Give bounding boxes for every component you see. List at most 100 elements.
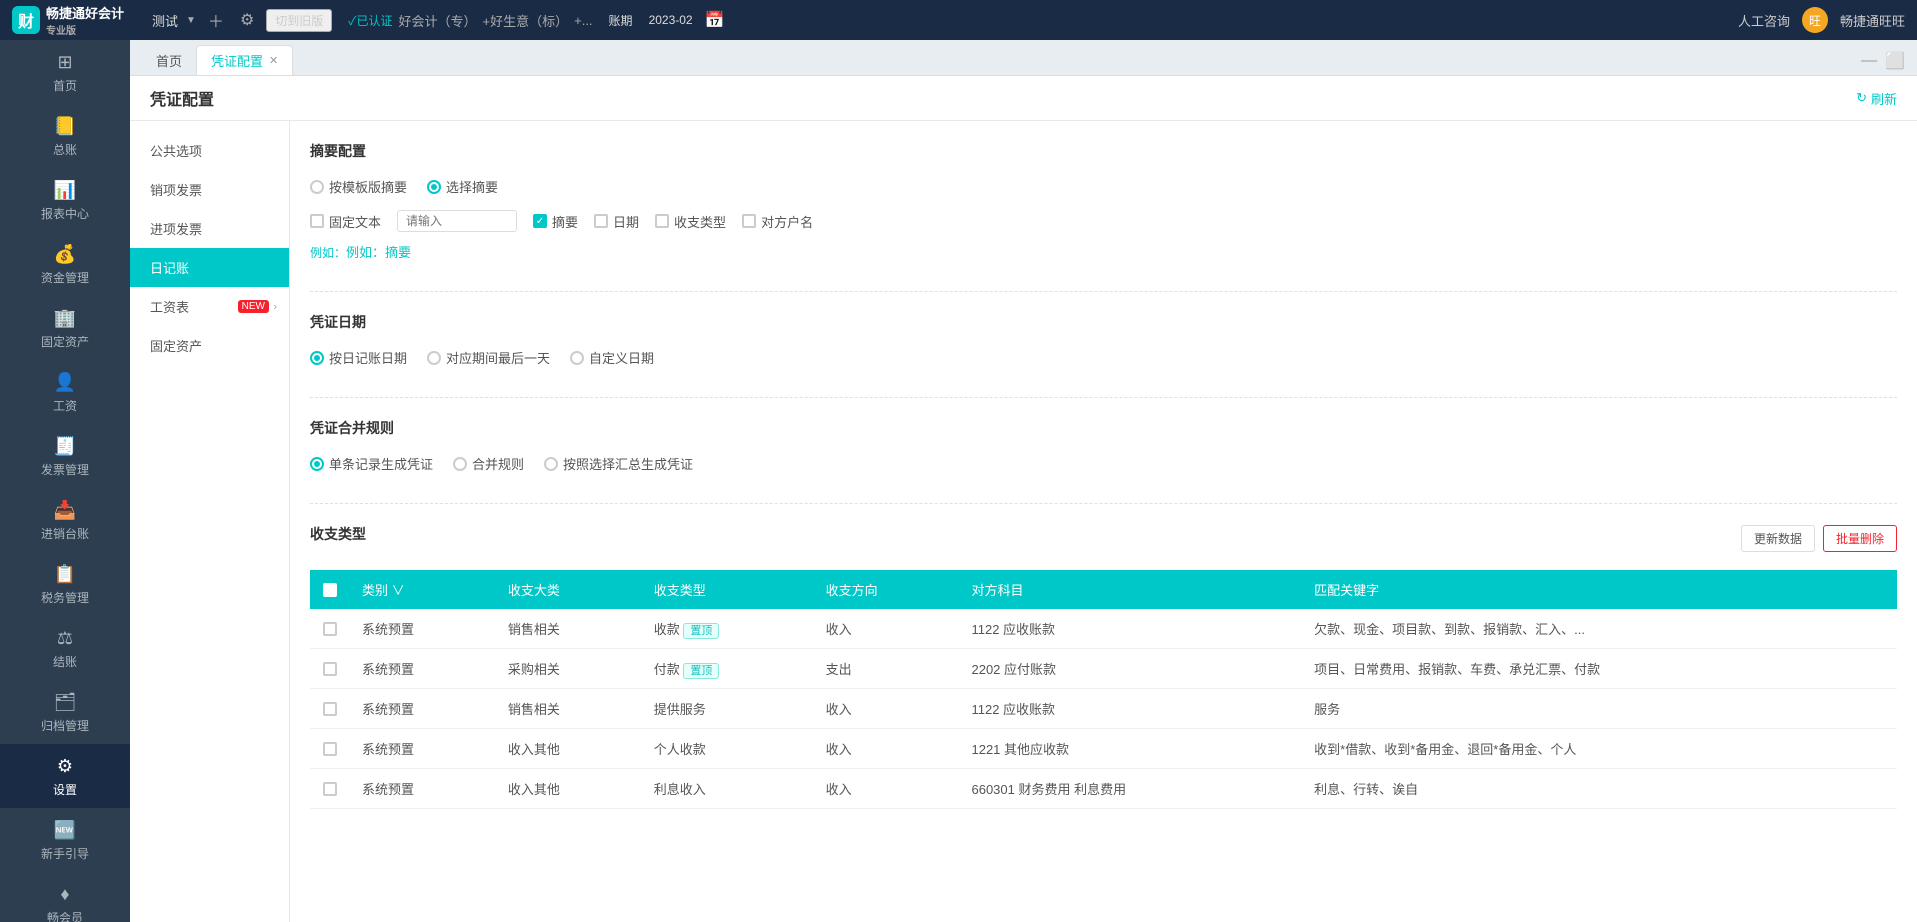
sidebar-item-purchase[interactable]: 📥 进销台账 bbox=[0, 488, 130, 552]
tab-voucher-label: 凭证配置 bbox=[211, 51, 263, 70]
row-category: 系统预置 bbox=[350, 689, 496, 729]
sidebar-item-tax[interactable]: 📋 税务管理 bbox=[0, 552, 130, 616]
sidebar-label-guide: 新手引导 bbox=[41, 845, 89, 862]
header-checkbox[interactable] bbox=[323, 583, 337, 597]
sidebar-item-fund[interactable]: 💰 资金管理 bbox=[0, 232, 130, 296]
fixed-text-checkbox bbox=[310, 214, 324, 228]
sidebar-item-archive[interactable]: 🗂 归档管理 bbox=[0, 680, 130, 744]
tab-voucher-config[interactable]: 凭证配置 ✕ bbox=[196, 45, 293, 75]
sidebar-item-member[interactable]: ♦ 畅会员 bbox=[0, 872, 130, 922]
checkbox-type[interactable]: 收支类型 bbox=[655, 212, 726, 231]
row-direction: 收入 bbox=[814, 689, 960, 729]
sidebar: ⊞ 首页 📒 总账 📊 报表中心 💰 资金管理 🏢 固定资产 👤 工资 🧾 发票… bbox=[0, 40, 130, 922]
invoice-icon: 🧾 bbox=[54, 436, 76, 457]
refresh-button[interactable]: ↻ 刷新 bbox=[1856, 89, 1897, 108]
left-nav-daily-ledger[interactable]: 日记账 bbox=[130, 248, 289, 287]
fixed-text-input[interactable] bbox=[397, 210, 517, 232]
radio-period-last[interactable]: 对应期间最后一天 bbox=[427, 348, 550, 367]
tab-home[interactable]: 首页 bbox=[142, 45, 196, 75]
fixed-text-label: 固定文本 bbox=[329, 212, 381, 231]
radio-journal-date[interactable]: 按日记账日期 bbox=[310, 348, 407, 367]
radio-summary-total[interactable]: 按照选择汇总生成凭证 bbox=[544, 454, 693, 473]
ledger-icon: 📒 bbox=[54, 116, 76, 137]
minimize-icon[interactable]: — bbox=[1861, 52, 1877, 70]
sidebar-item-asset[interactable]: 🏢 固定资产 bbox=[0, 296, 130, 360]
left-nav-sales-invoice[interactable]: 销项发票 bbox=[130, 170, 289, 209]
maximize-icon[interactable]: ⬜ bbox=[1885, 51, 1905, 71]
sidebar-item-ledger[interactable]: 📒 总账 bbox=[0, 104, 130, 168]
add-icon[interactable]: ＋ bbox=[204, 8, 228, 32]
left-nav-payroll[interactable]: 工资表 NEW › bbox=[130, 287, 289, 326]
checkbox-date[interactable]: 日期 bbox=[594, 212, 639, 231]
radio-journal-date-circle bbox=[310, 351, 324, 365]
row-keywords: 收到*借款、收到*备用金、退回*备用金、个人 bbox=[1302, 729, 1897, 769]
username: 畅捷通旺旺 bbox=[1840, 11, 1905, 30]
table-row: 系统预置 销售相关 收款 置顶 收入 1122 应收账款 欠款、现金、项目款、到… bbox=[310, 609, 1897, 649]
row-type: 个人收款 bbox=[642, 729, 814, 769]
asset-icon: 🏢 bbox=[54, 308, 76, 329]
row-keywords: 服务 bbox=[1302, 689, 1897, 729]
radio-template-summary[interactable]: 按模板版摘要 bbox=[310, 177, 407, 196]
status-tags: ✓已认证 好会计（专） +好生意（标） +... bbox=[348, 11, 592, 30]
voucher-date-section: 凭证日期 按日记账日期 对应期间最后一天 bbox=[310, 312, 1897, 367]
type-tag: 置顶 bbox=[683, 623, 719, 639]
radio-select-summary[interactable]: 选择摘要 bbox=[427, 177, 498, 196]
left-nav-purchase-invoice[interactable]: 进项发票 bbox=[130, 209, 289, 248]
income-expense-section: 收支类型 更新数据 批量删除 bbox=[310, 524, 1897, 809]
left-nav-fixed-assets[interactable]: 固定资产 bbox=[130, 326, 289, 365]
date-checkbox bbox=[594, 214, 608, 228]
sidebar-label-invoice: 发票管理 bbox=[41, 461, 89, 478]
th-direction: 收支方向 bbox=[814, 570, 960, 609]
tab-close-icon[interactable]: ✕ bbox=[269, 54, 278, 67]
row-major: 采购相关 bbox=[496, 649, 642, 689]
settings-gear-icon[interactable]: ⚙ bbox=[236, 10, 258, 30]
sidebar-item-report[interactable]: 📊 报表中心 bbox=[0, 168, 130, 232]
income-expense-title: 收支类型 bbox=[310, 524, 366, 544]
left-nav-public[interactable]: 公共选项 bbox=[130, 131, 289, 170]
expand-arrow-icon: › bbox=[274, 301, 277, 312]
radio-select-label: 选择摘要 bbox=[446, 177, 498, 196]
row-checkbox[interactable] bbox=[323, 742, 337, 756]
th-keywords: 匹配关键字 bbox=[1302, 570, 1897, 609]
row-type: 收款 置顶 bbox=[642, 609, 814, 649]
sidebar-item-home[interactable]: ⊞ 首页 bbox=[0, 40, 130, 104]
checkbox-summary[interactable]: ✓ 摘要 bbox=[533, 212, 578, 231]
company-dropdown-icon[interactable]: ▼ bbox=[186, 15, 196, 26]
main-panel: 摘要配置 按模板版摘要 选择摘要 bbox=[290, 121, 1917, 922]
type-tag: 置顶 bbox=[683, 663, 719, 679]
new-badge: NEW bbox=[238, 300, 269, 313]
radio-single-voucher[interactable]: 单条记录生成凭证 bbox=[310, 454, 433, 473]
type-label: 收支类型 bbox=[674, 212, 726, 231]
checkbox-fixed-text[interactable]: 固定文本 bbox=[310, 212, 381, 231]
sidebar-label-member: 畅会员 bbox=[47, 909, 83, 922]
sidebar-item-settlement[interactable]: ⚖ 结账 bbox=[0, 616, 130, 680]
guide-icon: 🆕 bbox=[54, 820, 76, 841]
radio-merge-rule[interactable]: 合并规则 bbox=[453, 454, 524, 473]
row-keywords: 项目、日常费用、报销款、车费、承兑汇票、付款 bbox=[1302, 649, 1897, 689]
checkbox-counterparty[interactable]: 对方户名 bbox=[742, 212, 813, 231]
batch-delete-button[interactable]: 批量删除 bbox=[1823, 525, 1897, 552]
user-avatar[interactable]: 旺 bbox=[1802, 7, 1828, 33]
sidebar-item-guide[interactable]: 🆕 新手引导 bbox=[0, 808, 130, 872]
sidebar-item-invoice[interactable]: 🧾 发票管理 bbox=[0, 424, 130, 488]
row-checkbox[interactable] bbox=[323, 662, 337, 676]
summary-checkbox-group: 固定文本 ✓ 摘要 日期 bbox=[310, 210, 1897, 232]
row-checkbox[interactable] bbox=[323, 782, 337, 796]
help-link[interactable]: 人工咨询 bbox=[1738, 11, 1790, 30]
update-data-button[interactable]: 更新数据 bbox=[1741, 525, 1815, 552]
sidebar-item-settings[interactable]: ⚙ 设置 bbox=[0, 744, 130, 808]
row-checkbox[interactable] bbox=[323, 622, 337, 636]
row-checkbox[interactable] bbox=[323, 702, 337, 716]
table-header-row: 类别 ∨ 收支大类 收支类型 收支方向 对方科目 匹配关键字 bbox=[310, 570, 1897, 609]
sidebar-label-home: 首页 bbox=[53, 77, 77, 94]
switch-version-button[interactable]: 切到旧版 bbox=[266, 9, 332, 32]
sidebar-label-report: 报表中心 bbox=[41, 205, 89, 222]
row-checkbox-cell bbox=[310, 689, 350, 729]
fund-icon: 💰 bbox=[54, 244, 76, 265]
tab-bar: 首页 凭证配置 ✕ — ⬜ bbox=[130, 40, 1917, 76]
sidebar-item-salary[interactable]: 👤 工资 bbox=[0, 360, 130, 424]
calendar-icon[interactable]: 📅 bbox=[701, 10, 729, 30]
radio-custom-date[interactable]: 自定义日期 bbox=[570, 348, 654, 367]
summary-label: 摘要 bbox=[552, 212, 578, 231]
row-direction: 收入 bbox=[814, 609, 960, 649]
